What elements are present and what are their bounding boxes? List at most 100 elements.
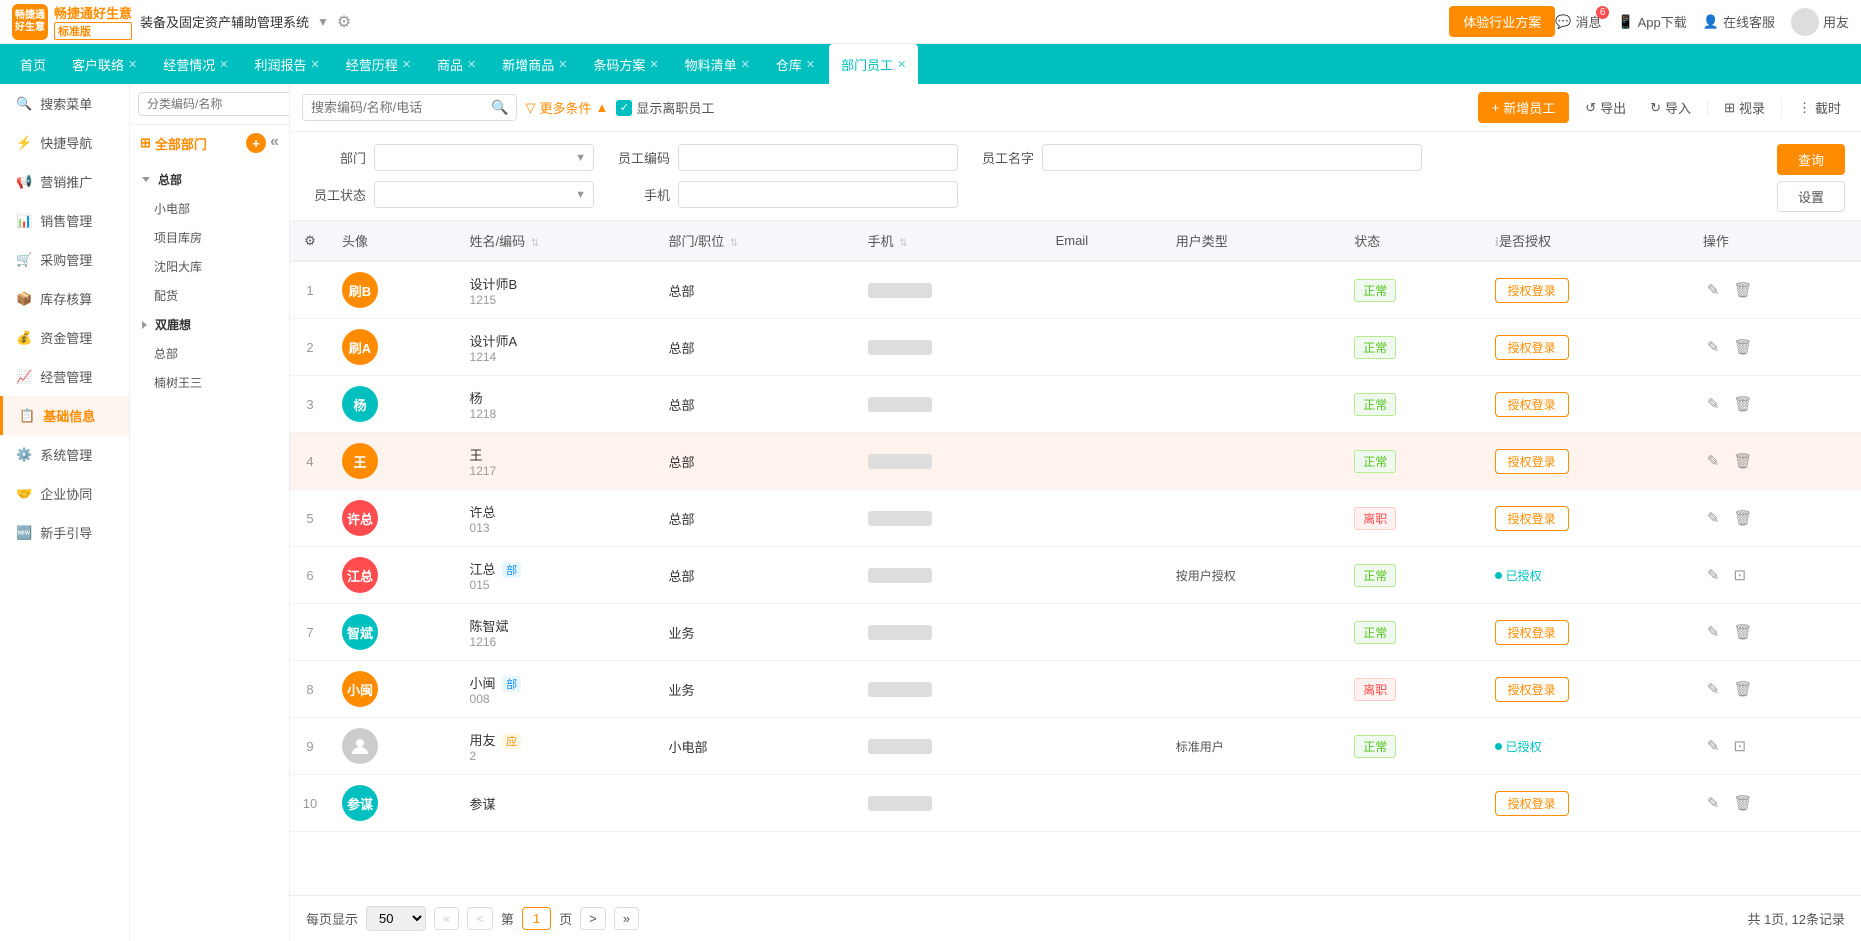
auth-button-5[interactable]: 授权登录 (1495, 506, 1569, 531)
sidebar-item-sales[interactable]: 📊 销售管理 (0, 201, 129, 240)
close-icon-process[interactable]: ✕ (402, 58, 411, 71)
dept-item-xiaodianbу[interactable]: 小电部 (130, 194, 289, 223)
edit-btn-8[interactable]: ✎ (1703, 678, 1724, 700)
edit-btn-2[interactable]: ✎ (1703, 336, 1724, 358)
more-filter-button[interactable]: ▽ 更多条件 ▲ (525, 98, 608, 117)
dept-add-icon[interactable]: + (246, 133, 266, 153)
delete-btn-3[interactable]: 🗑 (1729, 393, 1756, 415)
first-page-button[interactable]: « (434, 907, 459, 930)
view-button[interactable]: ⊞ 视录 (1716, 93, 1773, 122)
next-page-button[interactable]: > (580, 907, 606, 930)
nav-item-dept-emp[interactable]: 部门员工 ✕ (829, 44, 918, 84)
nav-item-operation[interactable]: 经营情况 ✕ (151, 44, 240, 84)
copy-btn-9[interactable]: ⊡ (1729, 735, 1750, 757)
close-icon-barcode[interactable]: ✕ (649, 58, 658, 71)
delete-btn-5[interactable]: 🗑 (1729, 507, 1756, 529)
th-settings[interactable]: ⚙ (290, 221, 330, 261)
sidebar-item-search[interactable]: 🔍 搜索菜单 (0, 84, 129, 123)
app-download-button[interactable]: 📱 App下载 (1617, 12, 1686, 31)
message-button[interactable]: 💬 消息 6 (1555, 12, 1601, 31)
sidebar-item-finance[interactable]: 💰 资金管理 (0, 318, 129, 357)
dept-group-zongbu[interactable]: 总部 (130, 165, 289, 194)
nav-item-bom[interactable]: 物料清单 ✕ (673, 44, 762, 84)
sidebar-item-basic[interactable]: 📋 基础信息 (0, 396, 129, 435)
auth-button-3[interactable]: 授权登录 (1495, 392, 1569, 417)
edit-btn-1[interactable]: ✎ (1703, 279, 1724, 301)
export-button[interactable]: ↺ 导出 (1577, 93, 1634, 122)
nav-item-customer[interactable]: 客户联络 ✕ (60, 44, 149, 84)
edit-btn-7[interactable]: ✎ (1703, 621, 1724, 643)
phone-input[interactable] (678, 181, 958, 208)
close-icon-profit[interactable]: ✕ (311, 58, 320, 71)
th-phone[interactable]: 手机 ⇅ (856, 221, 1044, 261)
sidebar-item-management[interactable]: 📈 经营管理 (0, 357, 129, 396)
emp-search-input[interactable] (311, 95, 491, 120)
show-archived-wrap[interactable]: ✓ 显示离职员工 (616, 98, 714, 117)
sidebar-item-purchase[interactable]: 🛒 采购管理 (0, 240, 129, 279)
empcode-input[interactable] (678, 144, 958, 171)
dept-item-shenyang[interactable]: 沈阳大库 (130, 252, 289, 281)
close-icon-goods[interactable]: ✕ (467, 58, 476, 71)
edit-btn-3[interactable]: ✎ (1703, 393, 1724, 415)
online-service-button[interactable]: 👤 在线客服 (1703, 12, 1775, 31)
close-icon-bom[interactable]: ✕ (741, 58, 750, 71)
trial-button[interactable]: 体验行业方案 (1449, 6, 1555, 37)
emp-search-icon[interactable]: 🔍 (491, 99, 508, 116)
sys-dropdown-arrow[interactable]: ▼ (317, 15, 329, 29)
close-icon-new-goods[interactable]: ✕ (558, 58, 567, 71)
edit-btn-4[interactable]: ✎ (1703, 450, 1724, 472)
close-icon-dept-emp[interactable]: ✕ (897, 58, 906, 71)
filter-reset-button[interactable]: 设置 (1777, 181, 1845, 212)
edit-btn-6[interactable]: ✎ (1703, 564, 1724, 586)
gear-icon[interactable]: ⚙ (337, 12, 351, 32)
auth-button-4[interactable]: 授权登录 (1495, 449, 1569, 474)
status-select[interactable] (374, 181, 594, 208)
close-icon-customer[interactable]: ✕ (128, 58, 137, 71)
nav-item-home[interactable]: 首页 (8, 44, 58, 84)
nav-item-barcode[interactable]: 条码方案 ✕ (581, 44, 670, 84)
delete-btn-10[interactable]: 🗑 (1729, 792, 1756, 814)
per-page-select[interactable]: 50 20 100 (366, 906, 426, 931)
auth-button-1[interactable]: 授权登录 (1495, 278, 1569, 303)
sidebar-item-inventory[interactable]: 📦 库存核算 (0, 279, 129, 318)
auth-button-10[interactable]: 授权登录 (1495, 791, 1569, 816)
sidebar-item-marketing[interactable]: 📢 营销推广 (0, 162, 129, 201)
dept-search-input[interactable] (138, 92, 290, 116)
th-name[interactable]: 姓名/编码 ⇅ (458, 221, 657, 261)
edit-btn-10[interactable]: ✎ (1703, 792, 1724, 814)
nav-item-goods[interactable]: 商品 ✕ (425, 44, 488, 84)
dept-select[interactable] (374, 144, 594, 171)
prev-page-button[interactable]: < (467, 907, 493, 930)
dept-item-nanshu[interactable]: 楠树王三 (130, 368, 289, 397)
dept-collapse-icon[interactable]: « (270, 133, 279, 153)
delete-btn-4[interactable]: 🗑 (1729, 450, 1756, 472)
filter-search-button[interactable]: 查询 (1777, 144, 1845, 175)
dept-item-zongbu2[interactable]: 总部 (130, 339, 289, 368)
copy-btn-6[interactable]: ⊡ (1729, 564, 1750, 586)
delete-btn-8[interactable]: 🗑 (1729, 678, 1756, 700)
dept-item-xiangmu[interactable]: 项目库房 (130, 223, 289, 252)
delete-btn-1[interactable]: 🗑 (1729, 279, 1756, 301)
close-icon-warehouse[interactable]: ✕ (806, 58, 815, 71)
import-button[interactable]: ↻ 导入 (1642, 93, 1699, 122)
user-menu[interactable]: 用友 (1791, 8, 1849, 36)
auth-button-7[interactable]: 授权登录 (1495, 620, 1569, 645)
auth-button-2[interactable]: 授权登录 (1495, 335, 1569, 360)
sidebar-item-guide[interactable]: 🆕 新手引导 (0, 513, 129, 552)
sidebar-item-collab[interactable]: 🤝 企业协同 (0, 474, 129, 513)
add-employee-button[interactable]: + 新增员工 (1478, 92, 1570, 123)
nav-item-warehouse[interactable]: 仓库 ✕ (764, 44, 827, 84)
sidebar-item-quick-nav[interactable]: ⚡ 快捷导航 (0, 123, 129, 162)
sidebar-item-system[interactable]: ⚙️ 系统管理 (0, 435, 129, 474)
more-actions-button[interactable]: ⋮ 截时 (1790, 93, 1849, 122)
nav-item-new-goods[interactable]: 新增商品 ✕ (490, 44, 579, 84)
nav-item-process[interactable]: 经营历程 ✕ (334, 44, 423, 84)
delete-btn-2[interactable]: 🗑 (1729, 336, 1756, 358)
edit-btn-5[interactable]: ✎ (1703, 507, 1724, 529)
dept-item-peihuo[interactable]: 配货 (130, 281, 289, 310)
dept-header[interactable]: ⊞ 全部部门 + « (130, 125, 289, 161)
delete-btn-7[interactable]: 🗑 (1729, 621, 1756, 643)
edit-btn-9[interactable]: ✎ (1703, 735, 1724, 757)
show-archived-checkbox[interactable]: ✓ (616, 100, 632, 116)
last-page-button[interactable]: » (614, 907, 639, 930)
